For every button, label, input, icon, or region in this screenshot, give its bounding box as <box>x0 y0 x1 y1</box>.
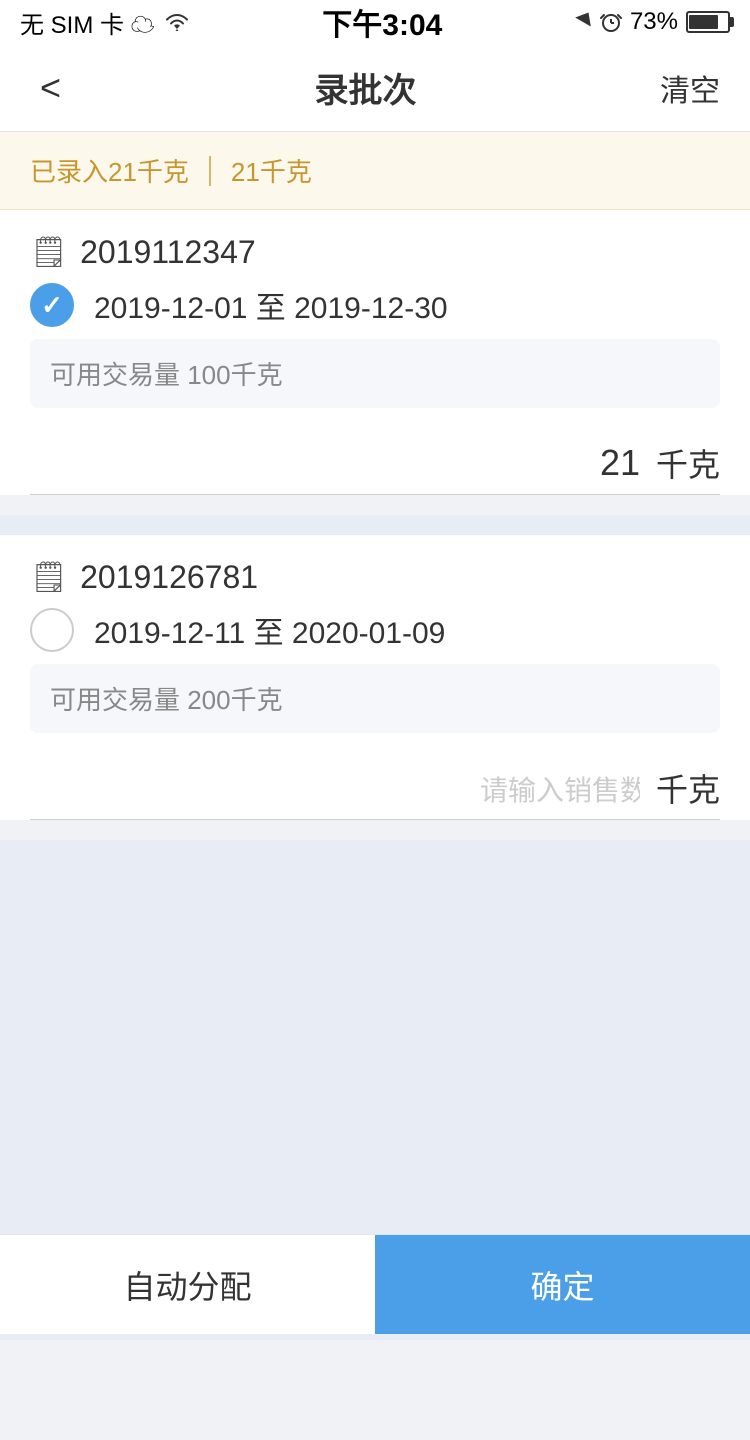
batch-header-1: 🗒 2019112347 <box>0 210 750 279</box>
status-bar: 无 SIM 卡 ☁ 下午3:04 73% <box>0 0 750 44</box>
input-row-2: 千克 <box>0 749 750 819</box>
batch-date-row-1[interactable]: 2019-12-01 至 2019-12-30 <box>0 279 750 339</box>
auto-distribute-button[interactable]: 自动分配 <box>0 1235 375 1334</box>
batch-id-1: 2019112347 <box>80 234 256 271</box>
batch-header-2: 🗒 2019126781 <box>0 535 750 604</box>
total-amount: 21千克 <box>231 152 312 189</box>
status-left: 无 SIM 卡 ☁ <box>20 5 191 40</box>
clear-button[interactable]: 清空 <box>660 66 720 110</box>
qty-unit-2: 千克 <box>656 765 720 811</box>
wifi-icon <box>163 11 191 33</box>
radio-1[interactable] <box>30 283 74 327</box>
batch-item-1: 🗒 2019112347 2019-12-01 至 2019-12-30 可用交… <box>0 210 750 495</box>
batch-date-row-2[interactable]: 2019-12-11 至 2020-01-09 <box>0 604 750 664</box>
batch-item-2: 🗒 2019126781 2019-12-11 至 2020-01-09 可用交… <box>0 535 750 820</box>
nav-bar: < 录批次 清空 <box>0 44 750 132</box>
input-underline-2 <box>30 819 720 820</box>
recorded-amount: 已录入21千克 <box>30 152 189 189</box>
batch-date-2: 2019-12-11 至 2020-01-09 <box>94 608 445 652</box>
qty-unit-1: 千克 <box>656 440 720 486</box>
radio-2[interactable] <box>30 608 74 652</box>
batch-icon-1: 🗒 <box>30 235 68 270</box>
location-icon <box>574 11 592 33</box>
section-divider <box>0 515 750 535</box>
info-banner: 已录入21千克 21千克 <box>0 132 750 210</box>
confirm-button[interactable]: 确定 <box>375 1235 750 1334</box>
batch-date-1: 2019-12-01 至 2019-12-30 <box>94 283 448 327</box>
batch-qty-2: 可用交易量 200千克 <box>30 664 720 733</box>
input-row-1: 千克 <box>0 424 750 494</box>
batch-qty-label-2: 可用交易量 200千克 <box>50 685 283 715</box>
alarm-icon <box>600 11 622 33</box>
batch-id-2: 2019126781 <box>80 559 258 596</box>
batch-icon-2: 🗒 <box>30 560 68 595</box>
status-right: 73% <box>574 8 730 36</box>
bottom-bar: 自动分配 确定 <box>0 1234 750 1334</box>
info-divider <box>209 156 211 186</box>
battery-percentage: 73% <box>630 8 678 36</box>
qty-input-2[interactable] <box>480 767 640 809</box>
batch-qty-label-1: 可用交易量 100千克 <box>50 360 283 390</box>
sim-label: 无 SIM 卡 ☁ <box>20 5 155 40</box>
qty-input-1[interactable] <box>480 442 640 484</box>
batch-qty-1: 可用交易量 100千克 <box>30 339 720 408</box>
status-time: 下午3:04 <box>322 0 442 44</box>
input-underline-1 <box>30 494 720 495</box>
page-title: 录批次 <box>315 63 417 112</box>
back-button[interactable]: < <box>30 57 71 119</box>
battery-icon <box>686 11 730 33</box>
